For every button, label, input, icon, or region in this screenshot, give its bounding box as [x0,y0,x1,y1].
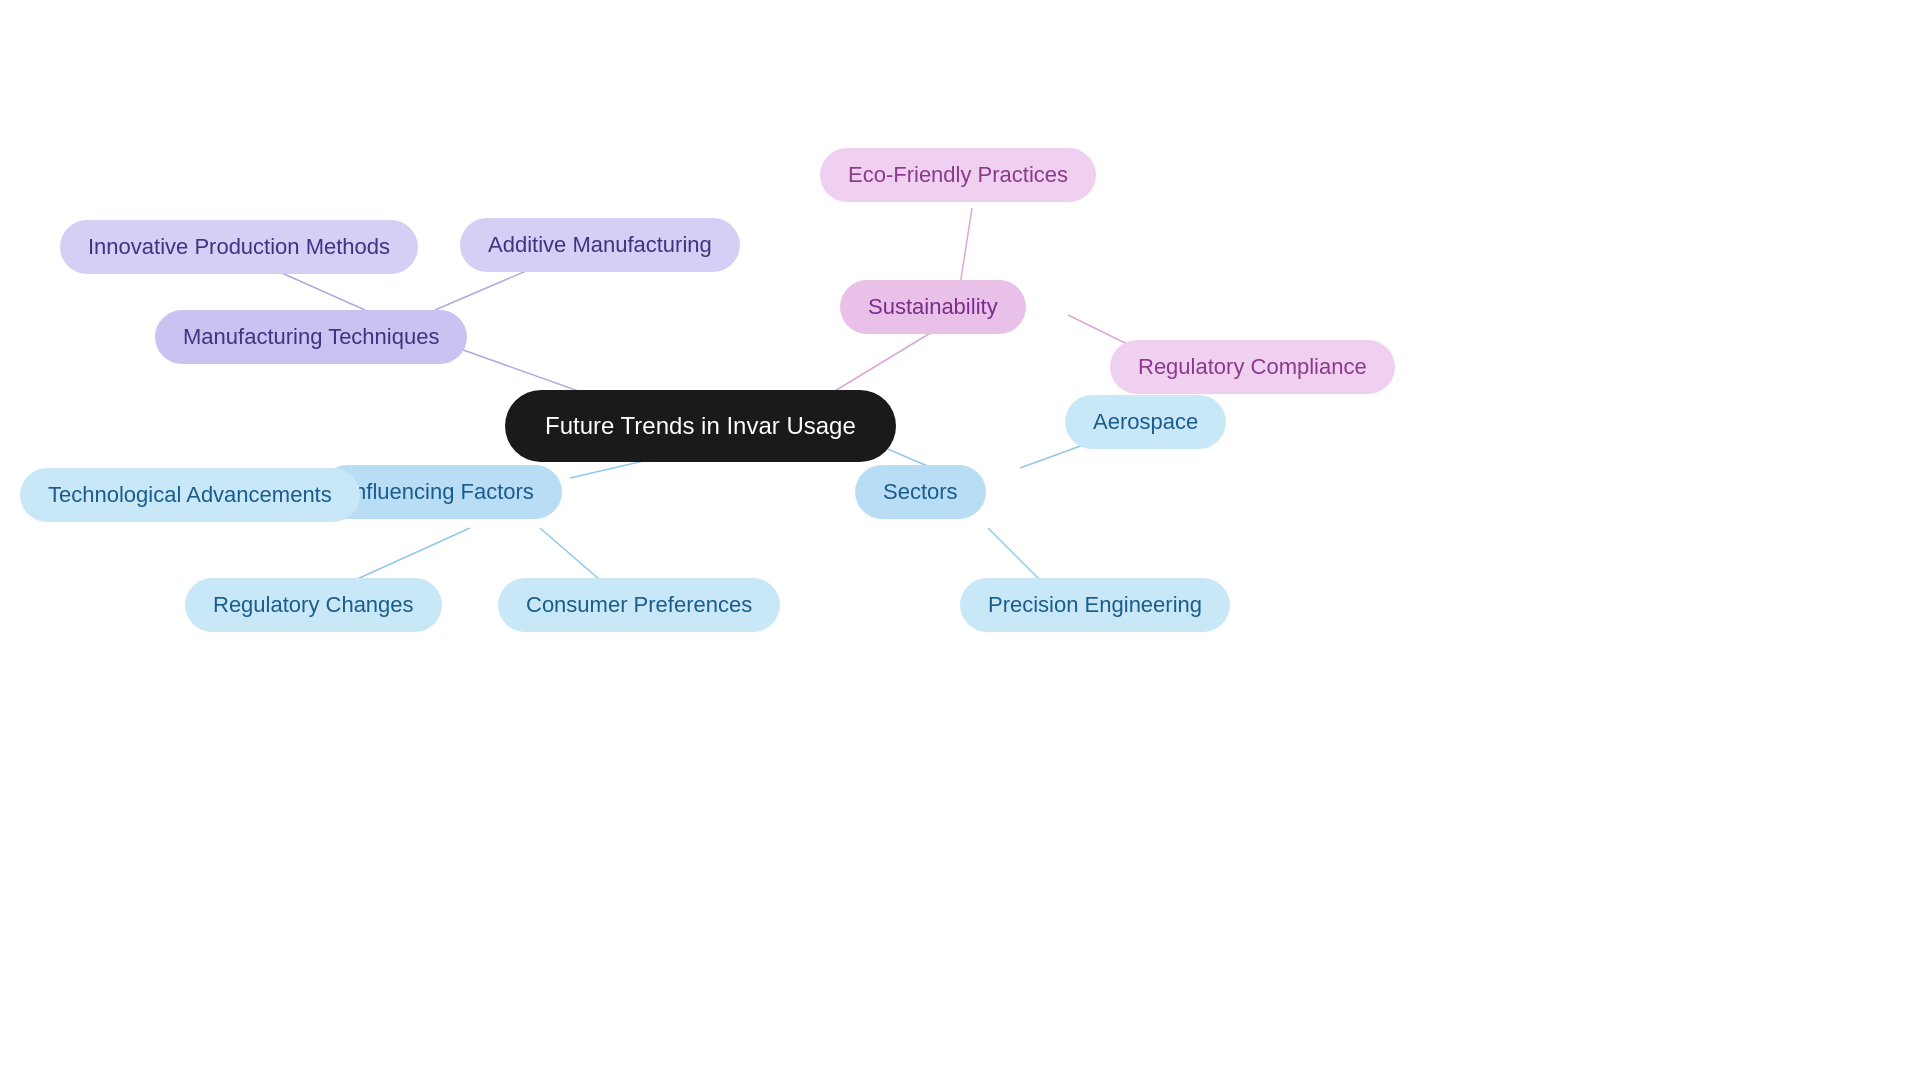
additive-manufacturing-node: Additive Manufacturing [460,218,740,272]
regulatory-compliance-node: Regulatory Compliance [1110,340,1395,394]
sustainability-node: Sustainability [840,280,1026,334]
svg-line-9 [540,528,600,580]
aerospace-node: Aerospace [1065,395,1226,449]
precision-engineering-node: Precision Engineering [960,578,1230,632]
consumer-preferences-node: Consumer Preferences [498,578,780,632]
innovative-production-node: Innovative Production Methods [60,220,418,274]
eco-friendly-node: Eco-Friendly Practices [820,148,1096,202]
center-node: Future Trends in Invar Usage [505,390,896,462]
svg-line-4 [960,208,972,285]
svg-line-8 [355,528,470,580]
svg-line-12 [988,528,1040,580]
sectors-node: Sectors [855,465,986,519]
manufacturing-techniques-node: Manufacturing Techniques [155,310,467,364]
regulatory-changes-node: Regulatory Changes [185,578,442,632]
technological-advancements-node: Technological Advancements [20,468,360,522]
